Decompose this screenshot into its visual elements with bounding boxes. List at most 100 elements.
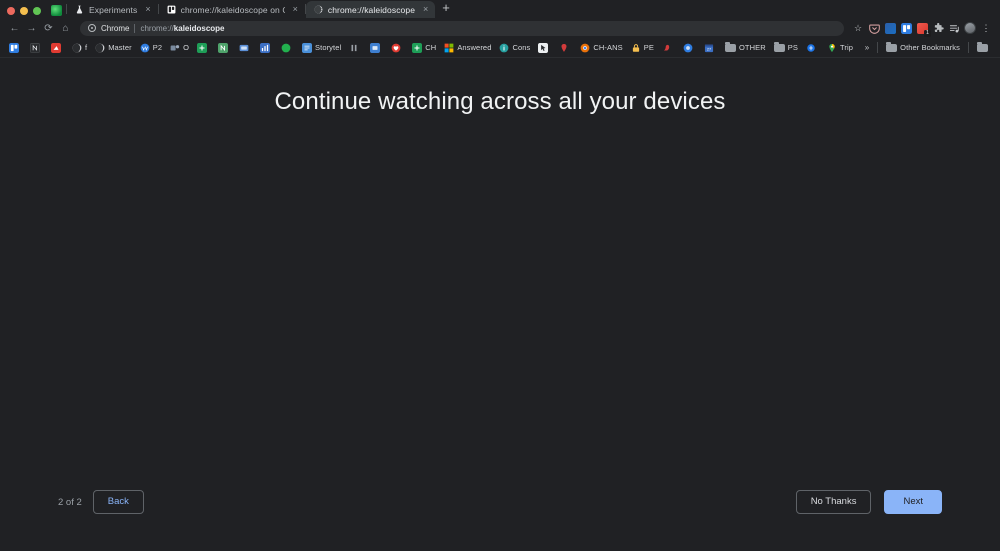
bookmark-item[interactable]: f <box>68 40 91 55</box>
tab-title: chrome://kaleidoscope on CH <box>180 4 285 15</box>
bookmark-item-ch[interactable]: CH <box>408 40 440 55</box>
bookmark-item[interactable] <box>387 40 408 55</box>
bookmark-item-cons[interactable]: Cons <box>495 40 534 55</box>
page-footer: 2 of 2 Back No Thanks Next <box>0 481 1000 551</box>
other-bookmarks-folder[interactable]: Other Bookmarks <box>882 40 964 55</box>
close-window-button[interactable] <box>7 7 15 15</box>
pause-icon <box>351 44 357 51</box>
bookmark-item[interactable] <box>193 40 214 55</box>
address-bar[interactable]: Chrome chrome://kaleidoscope <box>80 20 844 36</box>
lock-icon <box>632 43 639 52</box>
profile-avatar[interactable] <box>962 20 978 36</box>
extensions-puzzle-icon[interactable] <box>930 20 946 36</box>
bookmarks-overflow-button[interactable]: » <box>861 43 873 52</box>
sheets-icon <box>412 42 423 53</box>
bookmark-item-ch-ans[interactable]: CH-ANS <box>576 40 626 55</box>
trello-icon <box>167 5 176 14</box>
bookmark-item[interactable] <box>256 40 277 55</box>
omnibox-divider <box>134 23 136 33</box>
bookmark-item-storytel[interactable]: Storytel <box>298 40 345 55</box>
bookmark-item[interactable] <box>47 40 68 55</box>
media-list-icon[interactable] <box>946 20 962 36</box>
bookmark-item[interactable] <box>534 40 555 55</box>
instagram-extension-icon[interactable] <box>882 20 898 36</box>
url-prefix: chrome:// <box>140 23 174 33</box>
kaleidoscope-page: Continue watching across all your device… <box>0 58 1000 551</box>
blue-app-icon <box>370 42 381 53</box>
close-tab-button[interactable]: × <box>290 5 301 14</box>
bookmark-item[interactable]: O <box>166 40 193 55</box>
chrome-menu-icon[interactable]: ⋮ <box>978 20 994 36</box>
bookmark-item-pe[interactable]: PE <box>627 40 658 55</box>
cursor-icon <box>538 42 549 53</box>
calendar-icon: 27 <box>704 44 714 52</box>
bookmark-item[interactable]: P2 <box>136 40 166 55</box>
bookmark-item-trip[interactable]: Trip <box>823 40 857 55</box>
tab-kaleidoscope-on-ch[interactable]: chrome://kaleidoscope on CH × <box>158 1 305 18</box>
next-button[interactable]: Next <box>884 490 942 514</box>
close-tab-button[interactable]: × <box>420 5 431 14</box>
zoom-window-button[interactable] <box>33 7 41 15</box>
teams-icon <box>170 44 180 50</box>
n-app-icon <box>218 42 229 53</box>
bookmark-item[interactable] <box>26 40 47 55</box>
window-controls[interactable] <box>0 7 47 18</box>
chrome-icon <box>581 43 590 52</box>
maps-pin-icon <box>829 43 835 52</box>
minimize-window-button[interactable] <box>20 7 28 15</box>
no-thanks-button[interactable]: No Thanks <box>795 490 872 514</box>
bookmark-label: Answered <box>457 43 492 52</box>
tab-kaleidoscope[interactable]: chrome://kaleidoscope × <box>305 1 436 18</box>
other-bookmarks-label: Other Bookmarks <box>900 43 960 52</box>
reload-button[interactable]: ⟳ <box>40 20 57 37</box>
svg-text:27: 27 <box>707 47 711 51</box>
pocket-icon[interactable] <box>866 20 882 36</box>
bookmark-item[interactable] <box>277 40 298 55</box>
bookmark-item[interactable] <box>802 40 823 55</box>
bookmark-item[interactable] <box>658 40 679 55</box>
bookmark-label: PE <box>643 43 654 52</box>
site-info-icon[interactable] <box>88 24 96 32</box>
forward-navigation-button[interactable]: → <box>23 20 40 37</box>
bookmark-folder-ps[interactable]: PS <box>770 40 802 55</box>
bookmark-label: Cons <box>512 43 531 52</box>
bookmark-item[interactable] <box>366 40 387 55</box>
bookmarks-separator <box>877 42 879 53</box>
blue-circle-icon <box>683 43 693 52</box>
tab-experiments[interactable]: Experiments × <box>67 1 158 18</box>
bookmark-item[interactable] <box>214 40 235 55</box>
bookmark-item[interactable] <box>679 40 700 55</box>
globe-icon <box>314 5 323 14</box>
back-button[interactable]: Back <box>92 490 144 514</box>
red-app-icon <box>51 42 61 53</box>
bookmark-label: Master <box>108 43 132 52</box>
bookmark-item[interactable] <box>555 40 576 55</box>
reading-list-folder[interactable] <box>973 40 995 55</box>
red-extension-icon[interactable]: 1 <box>914 20 931 37</box>
bookmark-item[interactable] <box>345 40 366 55</box>
globe-icon <box>72 43 82 52</box>
home-button[interactable]: ⌂ <box>57 20 74 37</box>
bookmark-item-answered[interactable]: Answered <box>440 40 495 55</box>
trello-extension-icon[interactable] <box>898 20 914 36</box>
info-icon <box>500 43 509 52</box>
bookmark-label: f <box>85 43 88 52</box>
bookmark-label: CH-ANS <box>593 43 623 52</box>
tab-title: chrome://kaleidoscope <box>327 4 416 15</box>
bookmark-item[interactable]: Master <box>91 40 136 55</box>
close-tab-button[interactable]: × <box>142 5 153 14</box>
tab-strip: Experiments × chrome://kaleidoscope on C… <box>0 0 1000 18</box>
tab-title: Experiments <box>89 4 138 15</box>
bookmark-star-icon[interactable]: ☆ <box>850 20 866 36</box>
bookmark-item[interactable]: 27 <box>700 40 721 55</box>
back-navigation-button[interactable]: ← <box>6 20 23 37</box>
flask-icon <box>76 5 83 14</box>
bookmark-item[interactable] <box>235 40 256 55</box>
new-tab-button[interactable]: + <box>435 1 457 17</box>
analytics-icon <box>260 42 271 53</box>
video-icon <box>239 44 249 51</box>
document-icon <box>302 42 313 53</box>
bookmark-item[interactable] <box>5 40 26 55</box>
bookmark-folder-other[interactable]: OTHER <box>721 40 770 55</box>
sheets-icon <box>197 42 208 53</box>
